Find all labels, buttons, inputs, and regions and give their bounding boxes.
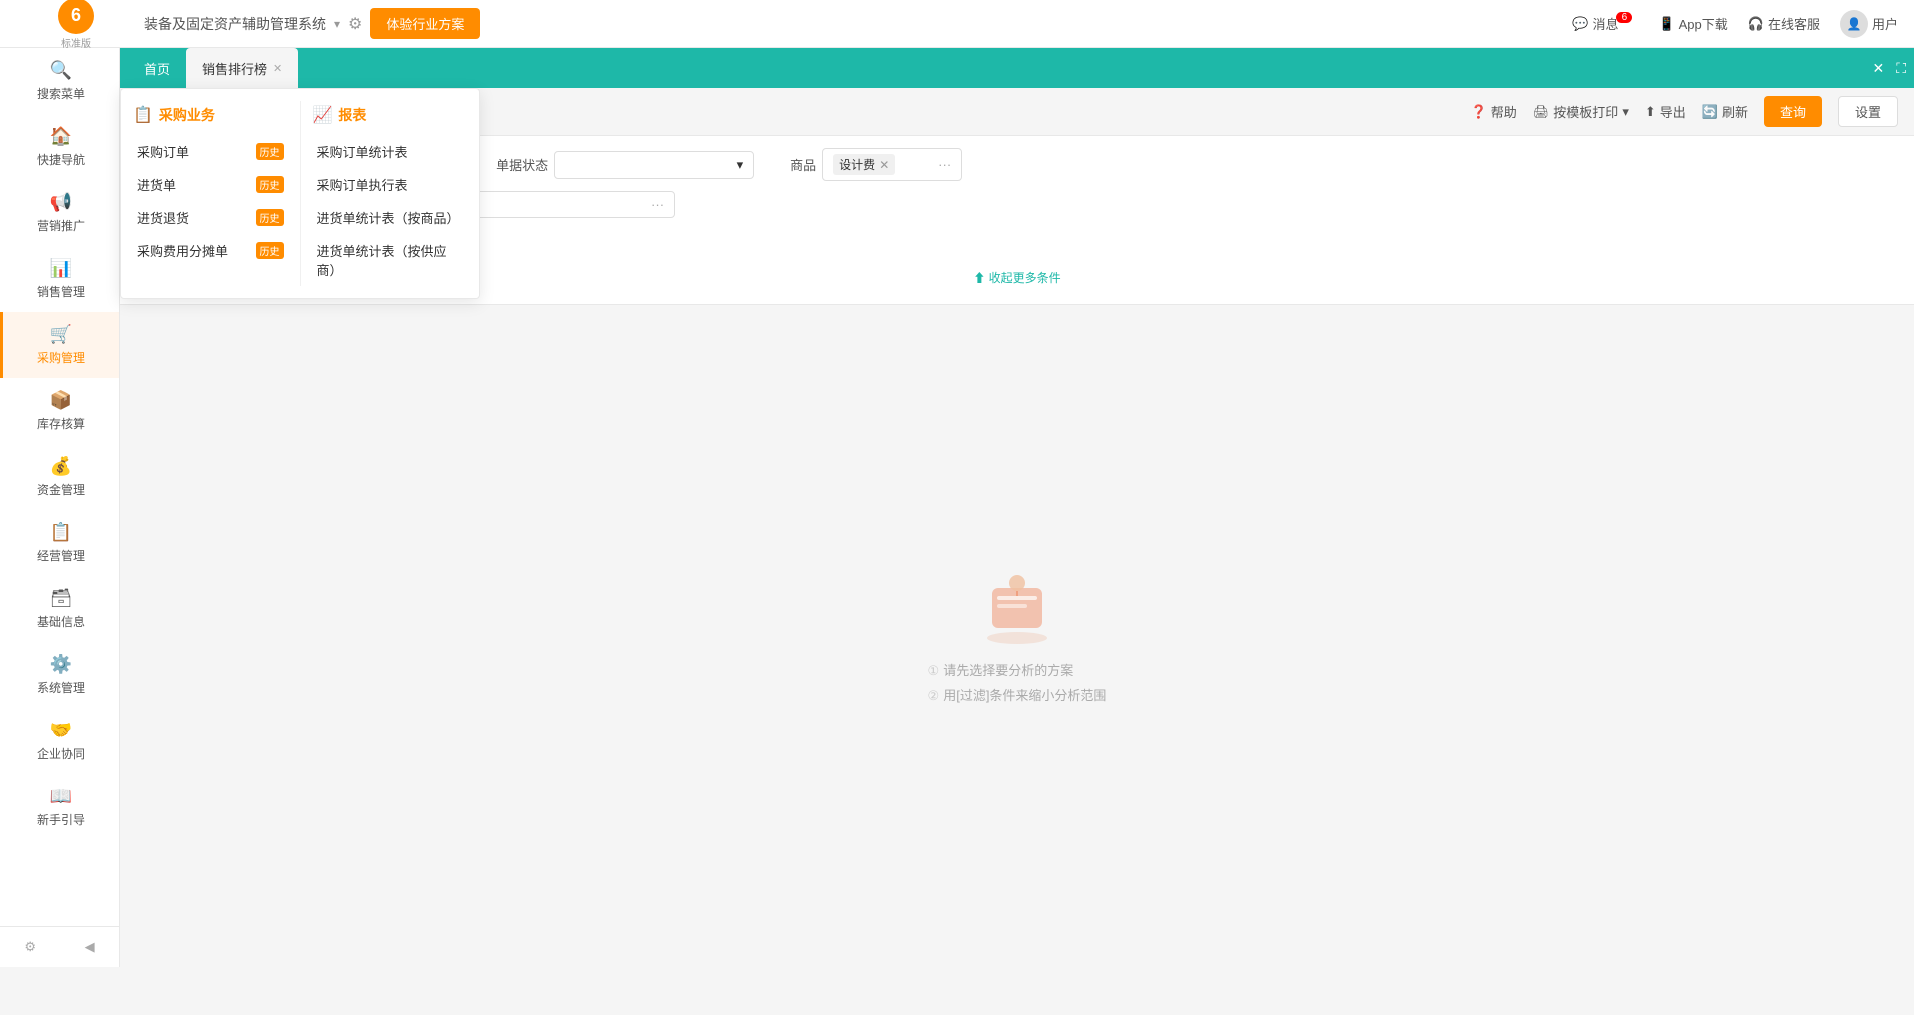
dropdown-col-report: 📈 报表 采购订单统计表 采购订单执行表 进货单统计表（按商品） 进货单统计表（…: [300, 101, 480, 286]
dropdown-label-purchase-order-exec: 采购订单执行表: [317, 175, 408, 194]
purchase-header-icon: 📋: [133, 105, 153, 125]
report-header-icon: 📈: [313, 105, 333, 125]
dropdown-report-title: 报表: [338, 105, 366, 125]
dropdown-label-expense: 采购费用分摊单: [137, 241, 228, 260]
dropdown-badge-return: 历史: [256, 209, 284, 226]
dropdown-label-delivery-stat-supplier: 进货单统计表（按供应商）: [317, 241, 464, 279]
dropdown-label-purchase-order: 采购订单: [137, 142, 189, 161]
dropdown-label-return: 进货退货: [137, 208, 189, 227]
dropdown-item-delivery-stat-goods[interactable]: 进货单统计表（按商品）: [313, 201, 468, 234]
dropdown-purchase-header: 📋 采购业务: [133, 101, 288, 135]
dropdown-label-delivery-stat-goods: 进货单统计表（按商品）: [317, 208, 460, 227]
dropdown-item-purchase-order-stat[interactable]: 采购订单统计表: [313, 135, 468, 168]
dropdown-item-purchase-order[interactable]: 采购订单 历史: [133, 135, 288, 168]
dropdown-badge-purchase-order: 历史: [256, 143, 284, 160]
dropdown-menu: 📋 采购业务 采购订单 历史 进货单 历史 进货退货 历史 采购费用分摊单 历史…: [120, 88, 480, 299]
dropdown-col-purchase: 📋 采购业务 采购订单 历史 进货单 历史 进货退货 历史 采购费用分摊单 历史: [121, 101, 300, 286]
dropdown-item-return[interactable]: 进货退货 历史: [133, 201, 288, 234]
dropdown-item-expense[interactable]: 采购费用分摊单 历史: [133, 234, 288, 267]
dropdown-label-delivery: 进货单: [137, 175, 176, 194]
dropdown-badge-expense: 历史: [256, 242, 284, 259]
dropdown-label-purchase-order-stat: 采购订单统计表: [317, 142, 408, 161]
dropdown-badge-delivery: 历史: [256, 176, 284, 193]
dropdown-item-purchase-order-exec[interactable]: 采购订单执行表: [313, 168, 468, 201]
dropdown-item-delivery[interactable]: 进货单 历史: [133, 168, 288, 201]
dropdown-report-header: 📈 报表: [313, 101, 468, 135]
dropdown-item-delivery-stat-supplier[interactable]: 进货单统计表（按供应商）: [313, 234, 468, 286]
dropdown-purchase-title: 采购业务: [159, 105, 215, 125]
